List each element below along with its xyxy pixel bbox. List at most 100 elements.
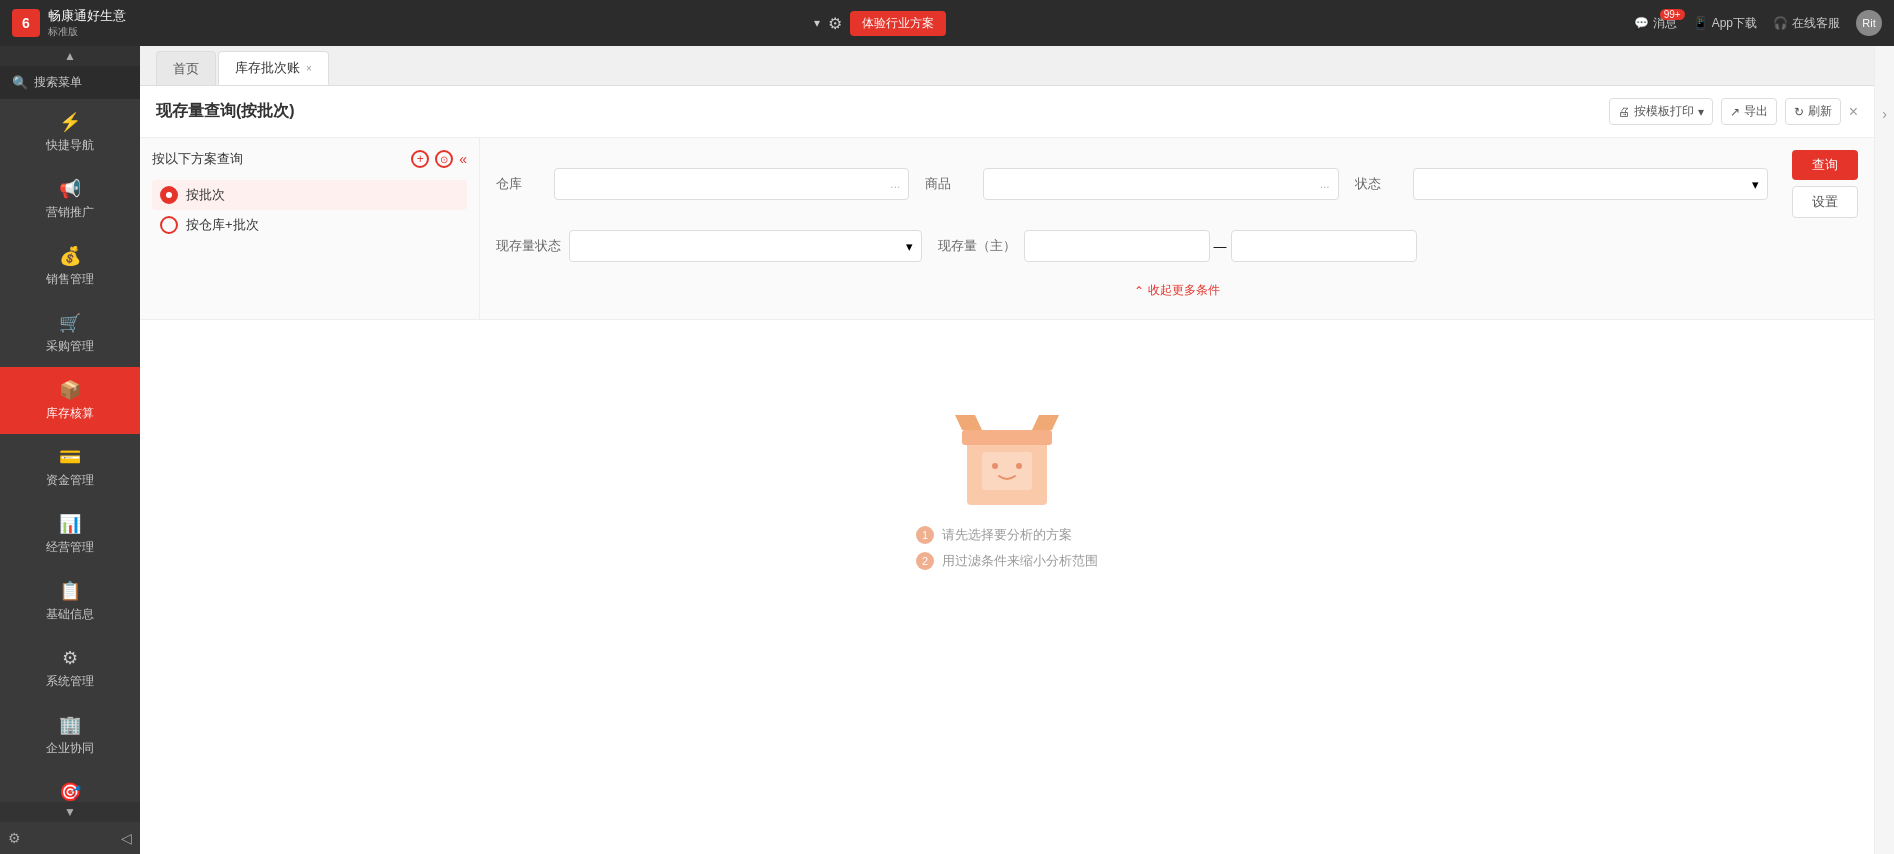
svg-marker-3 xyxy=(1032,415,1059,430)
nav-dropdown[interactable]: ▾ xyxy=(814,16,820,30)
export-btn[interactable]: ↗ 导出 xyxy=(1721,98,1777,125)
page-close-btn[interactable]: × xyxy=(1849,103,1858,121)
product-input[interactable]: ... xyxy=(983,168,1338,200)
search-icon: 🔍 xyxy=(12,75,28,90)
print-btn[interactable]: 🖨 按模板打印 ▾ xyxy=(1609,98,1713,125)
sidebar-item-quick-nav[interactable]: ⚡ 快捷导航 xyxy=(0,99,140,166)
sidebar-item-label: 快捷导航 xyxy=(46,137,94,154)
status-chevron-icon: ▾ xyxy=(1752,177,1759,192)
refresh-btn[interactable]: ↻ 刷新 xyxy=(1785,98,1841,125)
settings-gear-icon[interactable]: ⚙ xyxy=(828,14,842,33)
step-2-text: 用过滤条件来缩小分析范围 xyxy=(942,552,1098,570)
finance-icon: 💳 xyxy=(59,446,81,468)
filter-panel: 按以下方案查询 + ⊙ « 按批次 xyxy=(140,138,1874,320)
sidebar-item-finance[interactable]: 💳 资金管理 xyxy=(0,434,140,501)
svg-rect-4 xyxy=(982,452,1032,490)
scheme-settings-icon[interactable]: ⊙ xyxy=(435,150,453,168)
inventory-icon: 📦 xyxy=(59,379,81,401)
sidebar-collapse-btn[interactable]: ◁ xyxy=(121,830,132,846)
svg-marker-2 xyxy=(955,415,982,430)
sidebar-item-label: 系统管理 xyxy=(46,673,94,690)
sidebar-search-label: 搜索菜单 xyxy=(34,74,82,91)
sidebar-item-newbie[interactable]: 🎯 新手引导 xyxy=(0,769,140,802)
warehouse-input[interactable]: ... xyxy=(554,168,909,200)
scroll-up-btn[interactable]: ▲ xyxy=(0,46,140,66)
print-icon: 🖨 xyxy=(1618,105,1630,119)
warehouse-label: 仓库 xyxy=(496,175,546,193)
experience-btn[interactable]: 体验行业方案 xyxy=(850,11,946,36)
online-service-label: 在线客服 xyxy=(1792,15,1840,32)
tab-bar: 首页 库存批次账 × xyxy=(140,46,1874,86)
app-download-label: App下载 xyxy=(1712,15,1757,32)
enterprise-icon: 🏢 xyxy=(59,714,81,736)
right-panel-close-btn[interactable]: › xyxy=(1882,106,1887,122)
sidebar-item-sales[interactable]: 💰 销售管理 xyxy=(0,233,140,300)
scheme-panel: 按以下方案查询 + ⊙ « 按批次 xyxy=(140,138,480,319)
collapse-bar[interactable]: ⌃ 收起更多条件 xyxy=(496,274,1858,307)
scheme-add-icon[interactable]: + xyxy=(411,150,429,168)
svg-rect-1 xyxy=(962,430,1052,445)
system-icon: ⚙ xyxy=(62,647,78,669)
scheme-collapse-icon[interactable]: « xyxy=(459,151,467,167)
stock-qty-min-input[interactable] xyxy=(1024,230,1210,262)
sidebar-search[interactable]: 🔍 搜索菜单 xyxy=(0,66,140,99)
field-row-2: 现存量状态 ▾ 现存量（主） — xyxy=(496,230,1858,262)
sidebar-menu: ⚡ 快捷导航 📢 营销推广 💰 销售管理 🛒 采购管理 📦 库存核算 💳 xyxy=(0,99,140,802)
product-label: 商品 xyxy=(925,175,975,193)
content-area: 首页 库存批次账 × 现存量查询(按批次) 🖨 按模板打印 ▾ xyxy=(140,46,1874,854)
brand-logo: 6 xyxy=(12,9,40,37)
scheme-actions: + ⊙ « xyxy=(411,150,467,168)
empty-steps: 1 请先选择要分析的方案 2 用过滤条件来缩小分析范围 xyxy=(916,526,1098,570)
newbie-icon: 🎯 xyxy=(59,781,81,802)
sidebar-item-marketing[interactable]: 📢 营销推广 xyxy=(0,166,140,233)
sidebar-item-label: 营销推广 xyxy=(46,204,94,221)
scheme-item-by-batch[interactable]: 按批次 xyxy=(152,180,467,210)
page-content: 现存量查询(按批次) 🖨 按模板打印 ▾ ↗ 导出 ↻ xyxy=(140,86,1874,854)
settings-btn[interactable]: 设置 xyxy=(1792,186,1858,218)
empty-step-2: 2 用过滤条件来缩小分析范围 xyxy=(916,552,1098,570)
stock-qty-max-input[interactable] xyxy=(1231,230,1417,262)
status-select[interactable]: ▾ xyxy=(1413,168,1768,200)
page-header-actions: 🖨 按模板打印 ▾ ↗ 导出 ↻ 刷新 xyxy=(1609,98,1841,125)
tab-home[interactable]: 首页 xyxy=(156,51,216,85)
sidebar-item-label: 采购管理 xyxy=(46,338,94,355)
purchase-icon: 🛒 xyxy=(59,312,81,334)
sidebar-item-label: 经营管理 xyxy=(46,539,94,556)
stock-qty-field-group: 现存量（主） — xyxy=(938,230,1417,262)
sidebar-item-purchase[interactable]: 🛒 采购管理 xyxy=(0,300,140,367)
sidebar-item-system[interactable]: ⚙ 系统管理 xyxy=(0,635,140,702)
messages-btn[interactable]: 💬 消息 99+ xyxy=(1634,15,1677,32)
svg-point-6 xyxy=(1016,463,1022,469)
scroll-down-btn[interactable]: ▼ xyxy=(0,802,140,822)
sidebar: ▲ 🔍 搜索菜单 ⚡ 快捷导航 📢 营销推广 💰 销售管理 🛒 采购管理 xyxy=(0,46,140,854)
user-avatar-btn[interactable]: Rit xyxy=(1856,10,1882,36)
query-btn[interactable]: 查询 xyxy=(1792,150,1858,180)
sidebar-settings-btn[interactable]: ⚙ xyxy=(8,830,21,846)
online-service-btn[interactable]: 🎧 在线客服 xyxy=(1773,15,1840,32)
quick-nav-icon: ⚡ xyxy=(59,111,81,133)
export-icon: ↗ xyxy=(1730,105,1740,119)
page-header: 现存量查询(按批次) 🖨 按模板打印 ▾ ↗ 导出 ↻ xyxy=(140,86,1874,138)
sidebar-item-enterprise[interactable]: 🏢 企业协同 xyxy=(0,702,140,769)
warehouse-more-icon[interactable]: ... xyxy=(890,177,900,191)
stock-status-select[interactable]: ▾ xyxy=(569,230,922,262)
search-fields: 仓库 ... 商品 ... xyxy=(480,138,1874,319)
field-row-1: 仓库 ... 商品 ... xyxy=(496,150,1858,218)
product-more-icon[interactable]: ... xyxy=(1320,177,1330,191)
nav-dropdown-arrow: ▾ xyxy=(814,16,820,30)
tab-close-btn[interactable]: × xyxy=(306,63,312,74)
page-title: 现存量查询(按批次) xyxy=(156,101,295,122)
operations-icon: 📊 xyxy=(59,513,81,535)
stock-qty-dash: — xyxy=(1214,239,1227,254)
app-download-btn[interactable]: 📱 App下载 xyxy=(1693,15,1757,32)
product-field-group: 商品 ... xyxy=(925,168,1338,200)
marketing-icon: 📢 xyxy=(59,178,81,200)
right-panel: › xyxy=(1874,46,1894,854)
sidebar-item-operations[interactable]: 📊 经营管理 xyxy=(0,501,140,568)
sidebar-item-inventory[interactable]: 📦 库存核算 xyxy=(0,367,140,434)
sidebar-item-basics[interactable]: 📋 基础信息 xyxy=(0,568,140,635)
headset-icon: 🎧 xyxy=(1773,16,1788,30)
tab-inventory-batch[interactable]: 库存批次账 × xyxy=(218,51,329,85)
stock-status-field-group: 现存量状态 ▾ xyxy=(496,230,922,262)
scheme-item-by-warehouse-batch[interactable]: 按仓库+批次 xyxy=(152,210,467,240)
